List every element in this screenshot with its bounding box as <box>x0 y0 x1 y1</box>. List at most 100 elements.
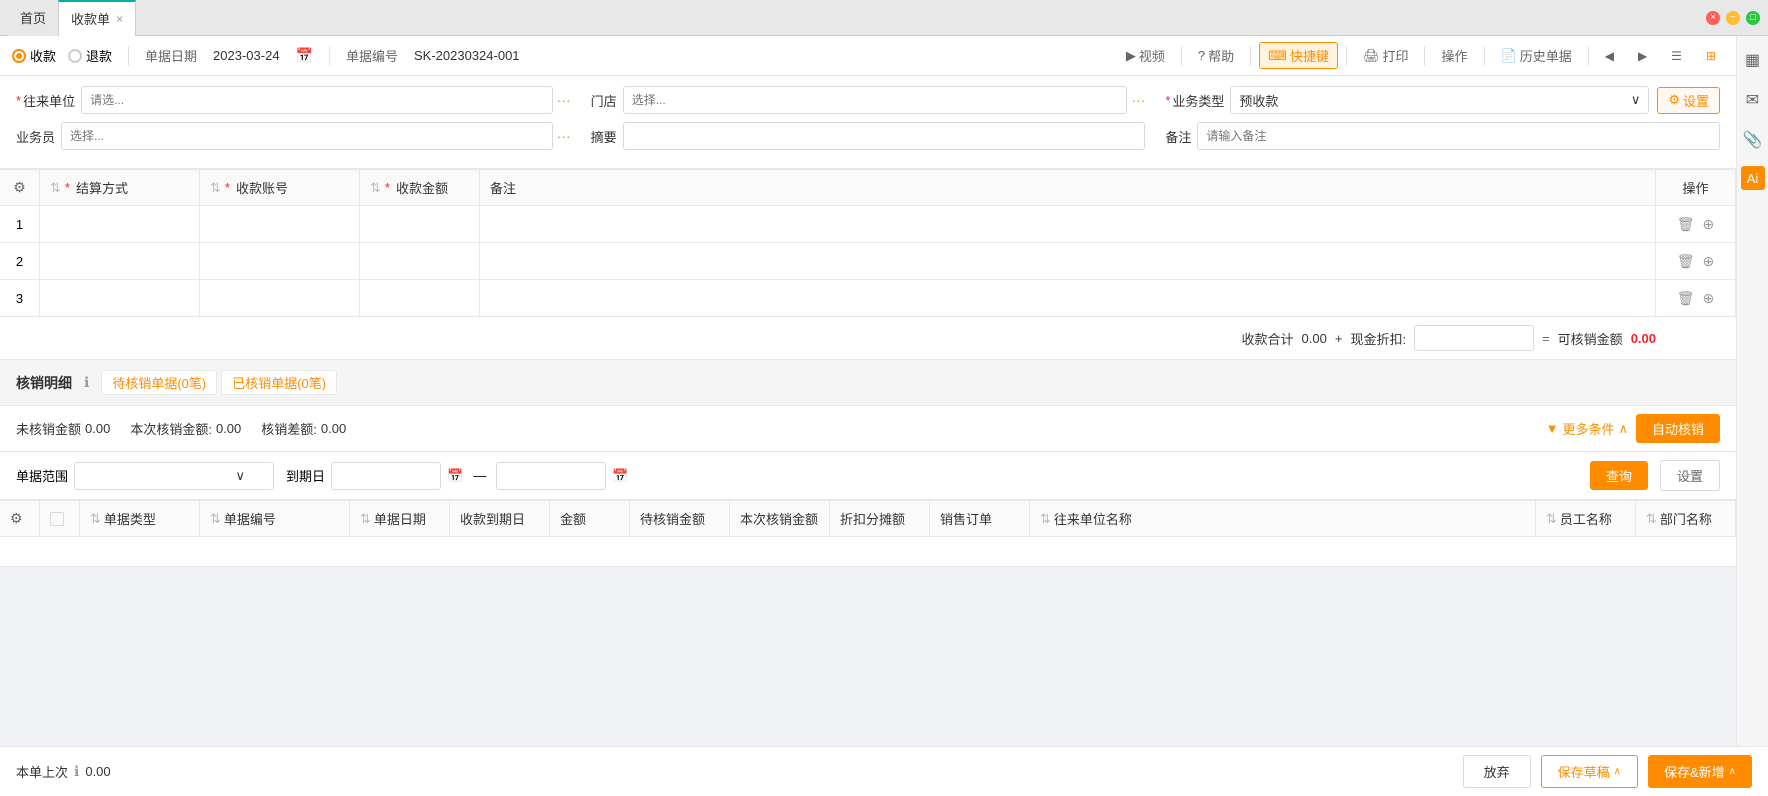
store-more-icon[interactable]: ··· <box>1131 92 1145 108</box>
save-new-btn[interactable]: 保存&新增 ∧ <box>1648 755 1752 788</box>
radio-dot-shoukuan <box>16 53 22 59</box>
td-shoukuan-3[interactable] <box>200 280 360 316</box>
td-jiesuan-3[interactable] <box>40 280 200 316</box>
copy-icon-3[interactable]: ⊕ <box>1703 290 1715 307</box>
help-btn[interactable]: ? 帮助 <box>1190 43 1242 68</box>
bth-checkbox[interactable] <box>40 501 80 536</box>
window-min-btn[interactable]: − <box>1726 11 1740 25</box>
bth-dept: ⇅ 部门名称 <box>1636 501 1736 536</box>
td-amount-2[interactable] <box>360 243 480 279</box>
td-amount-3[interactable] <box>360 280 480 316</box>
video-btn[interactable]: ▶ 视频 <box>1118 43 1173 68</box>
due-date-to[interactable]: 2022-04-12 <box>496 462 606 490</box>
table-row: 3 🗑 ⊕ <box>0 280 1736 317</box>
tab-pending[interactable]: 待核销单据(0笔) <box>101 370 217 395</box>
discount-input[interactable] <box>1414 325 1534 351</box>
calendar-to-icon[interactable]: 📅 <box>612 468 628 484</box>
store-field: 门店 ··· <box>591 86 1146 114</box>
calendar-from-icon[interactable]: 📅 <box>447 468 463 484</box>
tab-done[interactable]: 已核销单据(0笔) <box>221 370 337 395</box>
tab-active[interactable]: 收款单 × <box>58 0 136 36</box>
date-value[interactable]: 2023-03-24 <box>213 48 280 63</box>
th-note: 备注 <box>480 170 1656 205</box>
td-amount-1[interactable] <box>360 206 480 242</box>
divider-3 <box>1181 46 1182 66</box>
bottom-settings-icon[interactable]: ⚙ <box>10 510 23 527</box>
ops-btn[interactable]: 操作 <box>1433 43 1475 68</box>
print-btn[interactable]: 🖨 打印 <box>1355 43 1417 68</box>
filter-settings-btn[interactable]: 设置 <box>1660 460 1720 491</box>
settings-btn[interactable]: ⚙ 设置 <box>1657 87 1720 114</box>
td-note-2[interactable] <box>480 243 1656 279</box>
date-range-dash: — <box>473 468 486 483</box>
copy-icon-2[interactable]: ⊕ <box>1703 253 1715 270</box>
bth-pending-amount: 待核销金额 <box>630 501 730 536</box>
td-shoukuan-2[interactable] <box>200 243 360 279</box>
draft-arrow-icon: ∧ <box>1614 766 1621 777</box>
bth-settings[interactable]: ⚙ <box>0 501 40 536</box>
td-note-3[interactable] <box>480 280 1656 316</box>
save-draft-btn[interactable]: 保存草稿 ∧ <box>1541 755 1638 788</box>
list-view-btn[interactable]: ☰ <box>1663 46 1690 66</box>
section-header: 核销明细 ℹ 待核销单据(0笔) 已核销单据(0笔) <box>0 360 1736 406</box>
window-max-btn[interactable]: □ <box>1746 11 1760 25</box>
th-settings[interactable]: ⚙ <box>0 170 40 205</box>
table-row: 2 🗑 ⊕ <box>0 243 1736 280</box>
biz-type-arrow: ∨ <box>1631 92 1641 108</box>
sidebar-table-icon[interactable]: ▦ <box>1741 46 1764 74</box>
radio-circle-tuidan <box>68 49 82 63</box>
tab-home[interactable]: 首页 <box>8 0 58 36</box>
auto-cancel-btn[interactable]: 自动核销 <box>1636 414 1720 443</box>
bth-current-amount: 本次核销金额 <box>730 501 830 536</box>
td-jiesuan-1[interactable] <box>40 206 200 242</box>
due-date-from[interactable]: 2022-04-01 <box>331 462 441 490</box>
summary-input[interactable] <box>623 122 1146 150</box>
salesman-more-icon[interactable]: ··· <box>557 128 571 144</box>
td-jiesuan-2[interactable] <box>40 243 200 279</box>
table-body-empty <box>0 537 1736 567</box>
sidebar-ai-icon[interactable]: Ai <box>1741 166 1765 190</box>
table-row: 1 🗑 ⊕ <box>0 206 1736 243</box>
divider-1 <box>128 46 129 66</box>
settings-icon[interactable]: ⚙ <box>13 179 26 196</box>
shortcut-btn[interactable]: ⌨ 快捷键 <box>1259 42 1338 69</box>
nav-next-btn[interactable]: ▶ <box>1630 46 1655 66</box>
window-close-btn[interactable]: × <box>1706 11 1720 25</box>
footer-info-icon[interactable]: ℹ <box>74 763 79 780</box>
range-select[interactable]: ∨ <box>74 462 274 490</box>
partner-more-icon[interactable]: ··· <box>557 92 571 108</box>
select-all-checkbox[interactable] <box>50 512 64 526</box>
radio-shoukuan[interactable]: 收款 <box>12 46 56 65</box>
salesman-input[interactable] <box>61 122 553 150</box>
calendar-icon[interactable]: 📅 <box>296 47 313 64</box>
uncanceled-value: 0.00 <box>85 421 110 436</box>
td-note-1[interactable] <box>480 206 1656 242</box>
biz-type-select[interactable]: 预收款 ∨ <box>1230 86 1649 114</box>
delete-icon-1[interactable]: 🗑 <box>1677 216 1695 233</box>
info-icon[interactable]: ℹ <box>84 374 89 391</box>
more-conditions-btn[interactable]: ▼ 更多条件 ∧ <box>1546 419 1628 438</box>
grid-view-btn[interactable]: ⊞ <box>1698 46 1724 66</box>
remark-input[interactable] <box>1197 122 1720 150</box>
sidebar-attach-icon[interactable]: 📎 <box>1739 126 1767 154</box>
td-shoukuan-1[interactable] <box>200 206 360 242</box>
bth-employee: ⇅ 员工名称 <box>1536 501 1636 536</box>
history-btn[interactable]: 📄 历史单据 <box>1493 43 1580 68</box>
summary-row: 收款合计 0.00 + 现金折扣: = 可核销金额 0.00 <box>0 317 1736 360</box>
table-header: ⚙ ⇅ * 结算方式 ⇅ * 收款账号 ⇅ * 收款金额 备注 操作 <box>0 169 1736 206</box>
copy-icon-1[interactable]: ⊕ <box>1703 216 1715 233</box>
sidebar-mail-icon[interactable]: ✉ <box>1742 86 1763 114</box>
abandon-btn[interactable]: 放弃 <box>1463 755 1531 788</box>
store-input[interactable] <box>623 86 1128 114</box>
uncanceled-stat: 未核销金额 0.00 <box>16 419 110 438</box>
delete-icon-3[interactable]: 🗑 <box>1677 290 1695 307</box>
nav-prev-btn[interactable]: ◀ <box>1597 46 1622 66</box>
right-sidebar: ▦ ✉ 📎 Ai <box>1736 36 1768 796</box>
footer-right: 放弃 保存草稿 ∧ 保存&新增 ∧ <box>1463 755 1752 788</box>
query-btn[interactable]: 查询 <box>1590 461 1648 490</box>
delete-icon-2[interactable]: 🗑 <box>1677 253 1695 270</box>
partner-input[interactable] <box>81 86 553 114</box>
radio-tuidan[interactable]: 退款 <box>68 46 112 65</box>
tab-bar: 首页 收款单 × × − □ <box>0 0 1768 36</box>
tab-close-icon[interactable]: × <box>116 12 123 26</box>
